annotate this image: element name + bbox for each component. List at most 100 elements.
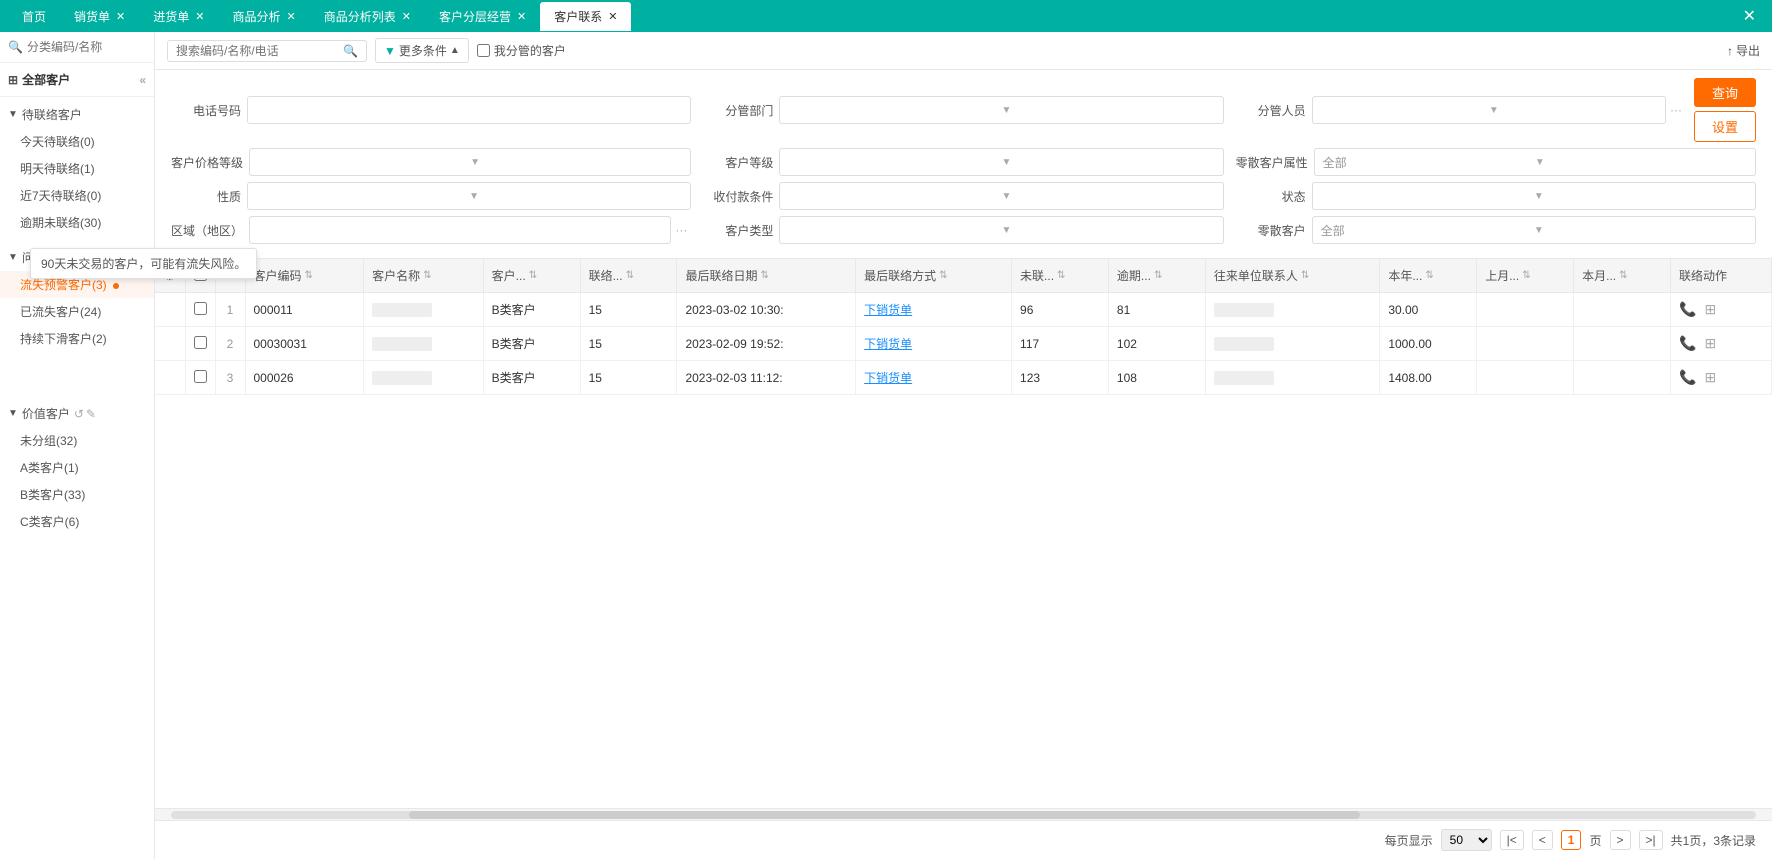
filter-price-level-select[interactable]: ▼: [249, 148, 691, 176]
value-section-edit-icon[interactable]: ↺: [74, 407, 84, 421]
sidebar-item-class-b[interactable]: B类客户(33): [0, 481, 154, 508]
action-phone-icon-1[interactable]: 📞: [1679, 335, 1696, 352]
filter-nature-select[interactable]: ▼: [247, 182, 691, 210]
td-contact-2: 15: [580, 361, 677, 395]
query-button[interactable]: 查询: [1694, 78, 1756, 107]
filter-region-select[interactable]: [249, 216, 671, 244]
sidebar-section-pending-title[interactable]: ▼ 待联络客户: [0, 101, 154, 128]
tab-purchase-close[interactable]: ✕: [195, 10, 204, 23]
filter-more-button[interactable]: ▼ 更多条件 ▲: [375, 38, 469, 63]
next-page-button[interactable]: >: [1610, 830, 1631, 850]
toolbar-search-input[interactable]: [176, 44, 343, 58]
tab-sales[interactable]: 销货单 ✕: [60, 2, 139, 31]
sidebar-root[interactable]: ⊞ 全部客户 «: [0, 63, 154, 97]
td-overdue-2: 108: [1108, 361, 1205, 395]
contact-method-link-1[interactable]: 下销货单: [864, 337, 912, 351]
sidebar-section-value-title[interactable]: ▼ 价值客户 ↺ ✎: [0, 400, 154, 427]
tab-analysis-list[interactable]: 商品分析列表 ✕: [310, 2, 425, 31]
sidebar-item-declining[interactable]: 持续下滑客户(2): [0, 325, 154, 352]
tab-customer-contact-close[interactable]: ✕: [608, 10, 617, 23]
prev-page-button[interactable]: <: [1532, 830, 1553, 850]
th-type[interactable]: 客户...⇅: [483, 259, 580, 293]
th-this-month[interactable]: 本月...⇅: [1574, 259, 1671, 293]
blurred-name-2: [372, 371, 432, 385]
th-code[interactable]: 客户编码⇅: [245, 259, 364, 293]
filter-manager-select[interactable]: ▼: [1312, 96, 1666, 124]
sidebar-search-input[interactable]: [27, 40, 146, 54]
th-action: 联络动作: [1671, 259, 1772, 293]
tab-sales-close[interactable]: ✕: [116, 10, 125, 23]
scrollbar-track[interactable]: [171, 811, 1756, 819]
contact-method-link-0[interactable]: 下销货单: [864, 303, 912, 317]
th-last-month[interactable]: 上月...⇅: [1477, 259, 1574, 293]
row-checkbox-1[interactable]: [194, 336, 207, 349]
action-phone-icon-0[interactable]: 📞: [1679, 301, 1696, 318]
filter-dept-label: 分管部门: [703, 102, 773, 119]
tab-customer-tier-close[interactable]: ✕: [517, 10, 526, 23]
th-unit-contact[interactable]: 往来单位联系人⇅: [1205, 259, 1380, 293]
sidebar-item-tomorrow[interactable]: 明天待联络(1): [0, 155, 154, 182]
first-page-button[interactable]: |<: [1500, 830, 1524, 850]
row-checkbox-2[interactable]: [194, 370, 207, 383]
filter-status-select[interactable]: ▼: [1312, 182, 1756, 210]
blurred-name-0: [372, 303, 432, 317]
tab-customer-tier[interactable]: 客户分层经营 ✕: [425, 2, 540, 31]
tab-purchase[interactable]: 进货单 ✕: [139, 2, 218, 31]
filter-retail-attr-select[interactable]: 全部 ▼: [1314, 148, 1756, 176]
filter-region-dots[interactable]: ···: [671, 223, 691, 237]
filter-customer-level-select[interactable]: ▼: [779, 148, 1223, 176]
filter-manager-dots[interactable]: ···: [1666, 103, 1686, 117]
action-more-icon-1[interactable]: ⊞: [1704, 335, 1716, 352]
tab-analysis[interactable]: 商品分析 ✕: [218, 2, 309, 31]
th-this-year[interactable]: 本年...⇅: [1380, 259, 1477, 293]
row-checkbox-0[interactable]: [194, 302, 207, 315]
sidebar-item-churned[interactable]: 已流失客户(24): [0, 298, 154, 325]
window-close-button[interactable]: ✕: [1735, 6, 1764, 26]
th-last-contact-date[interactable]: 最后联络日期⇅: [677, 259, 856, 293]
sidebar-item-today[interactable]: 今天待联络(0): [0, 128, 154, 155]
sort-method-icon: ⇅: [939, 270, 947, 281]
contact-method-link-2[interactable]: 下销货单: [864, 371, 912, 385]
tab-home[interactable]: 首页: [8, 2, 60, 31]
sort-date-icon: ⇅: [760, 270, 768, 281]
td-unit-contact-0: [1205, 293, 1380, 327]
sidebar-collapse-button[interactable]: «: [139, 73, 146, 87]
export-button[interactable]: ↑ 导出: [1727, 42, 1760, 59]
filter-customer-type-select[interactable]: ▼: [779, 216, 1223, 244]
filter-customer-type: 客户类型 ▼: [703, 216, 1223, 244]
table-row: 1 000011 B类客户 15 2023-03-02 10:30: 下销货单 …: [155, 293, 1772, 327]
filter-retail-customer-select[interactable]: 全部 ▼: [1312, 216, 1756, 244]
sidebar-item-7days[interactable]: 近7天待联络(0): [0, 182, 154, 209]
th-last-contact-method[interactable]: 最后联络方式⇅: [856, 259, 1012, 293]
td-last-month-0: [1477, 293, 1574, 327]
value-section-settings-icon[interactable]: ✎: [86, 407, 96, 421]
last-page-button[interactable]: >|: [1639, 830, 1663, 850]
settings-button[interactable]: 设置: [1694, 111, 1756, 142]
sidebar-item-overdue[interactable]: 逾期未联络(30): [0, 209, 154, 236]
th-name[interactable]: 客户名称⇅: [364, 259, 484, 293]
toolbar-search-icon[interactable]: 🔍: [343, 44, 358, 58]
filter-phone-input[interactable]: [247, 96, 691, 124]
table-body: 1 000011 B类客户 15 2023-03-02 10:30: 下销货单 …: [155, 293, 1772, 395]
th-overdue[interactable]: 逾期...⇅: [1108, 259, 1205, 293]
action-more-icon-2[interactable]: ⊞: [1704, 369, 1716, 386]
td-type-1: B类客户: [483, 327, 580, 361]
tab-analysis-close[interactable]: ✕: [287, 10, 296, 23]
action-more-icon-0[interactable]: ⊞: [1704, 301, 1716, 318]
th-uncontacted[interactable]: 未联...⇅: [1012, 259, 1109, 293]
sidebar-item-class-c[interactable]: C类客户(6): [0, 508, 154, 535]
th-contact[interactable]: 联络...⇅: [580, 259, 677, 293]
filter-payment-select[interactable]: ▼: [779, 182, 1223, 210]
tab-customer-contact[interactable]: 客户联系 ✕: [540, 2, 631, 31]
table-wrapper: ⚙ 客户编码⇅ 客户名称⇅ 客户...⇅ 联络...⇅: [155, 259, 1772, 808]
sidebar-item-class-a[interactable]: A类客户(1): [0, 454, 154, 481]
horizontal-scrollbar[interactable]: [155, 808, 1772, 820]
per-page-select[interactable]: 50 20 100: [1441, 829, 1492, 851]
sidebar-item-ungroup[interactable]: 未分组(32): [0, 427, 154, 454]
action-phone-icon-2[interactable]: 📞: [1679, 369, 1696, 386]
scrollbar-thumb[interactable]: [409, 811, 1360, 819]
my-customers-checkbox[interactable]: [477, 44, 490, 57]
sort-code-icon: ⇅: [305, 270, 313, 281]
tab-analysis-list-close[interactable]: ✕: [402, 10, 411, 23]
filter-dept-select[interactable]: ▼: [779, 96, 1223, 124]
